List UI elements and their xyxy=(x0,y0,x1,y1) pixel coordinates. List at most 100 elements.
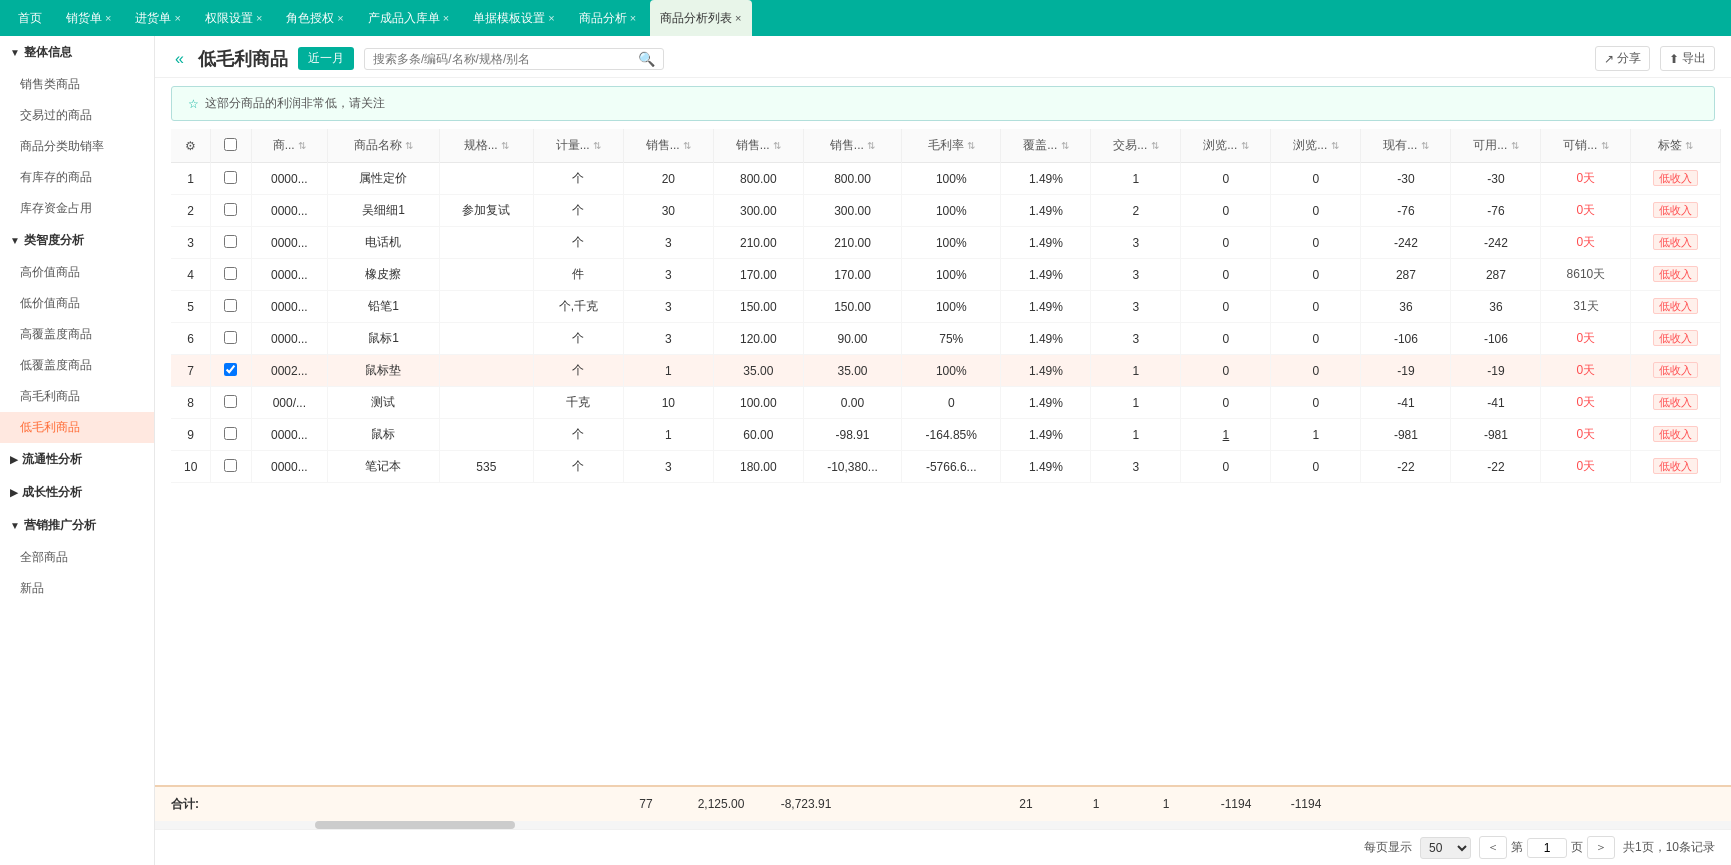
row-checkbox[interactable] xyxy=(224,235,237,248)
sidebar-group-flow[interactable]: ▶ 流通性分析 xyxy=(0,443,154,476)
th-current[interactable]: 现有... ⇅ xyxy=(1361,129,1451,163)
row-checkbox[interactable] xyxy=(224,171,237,184)
sidebar-group-growth[interactable]: ▶ 成长性分析 xyxy=(0,476,154,509)
td-browse1[interactable]: 0 xyxy=(1181,291,1271,323)
th-browse2[interactable]: 浏览... ⇅ xyxy=(1271,129,1361,163)
row-checkbox[interactable] xyxy=(224,331,237,344)
nav-sales[interactable]: 销货单 × xyxy=(56,0,121,36)
th-sales-amt[interactable]: 销售... ⇅ xyxy=(803,129,901,163)
th-checkbox[interactable] xyxy=(211,129,251,163)
nav-home[interactable]: 首页 xyxy=(8,0,52,36)
sidebar-item-category-rate[interactable]: 商品分类助销率 xyxy=(0,131,154,162)
sidebar-item-high-coverage[interactable]: 高覆盖度商品 xyxy=(0,319,154,350)
nav-close-permission[interactable]: × xyxy=(256,12,262,24)
nav-permission[interactable]: 权限设置 × xyxy=(195,0,272,36)
td-browse1[interactable]: 0 xyxy=(1181,387,1271,419)
sidebar-group-overview[interactable]: ▼ 整体信息 xyxy=(0,36,154,69)
th-available[interactable]: 可用... ⇅ xyxy=(1451,129,1541,163)
nav-close-analysis-list[interactable]: × xyxy=(735,12,741,24)
horizontal-scrollbar[interactable] xyxy=(155,821,1731,829)
td-browse1[interactable]: 0 xyxy=(1181,355,1271,387)
sidebar-item-sales-products[interactable]: 销售类商品 xyxy=(0,69,154,100)
sidebar-item-traded-products[interactable]: 交易过的商品 xyxy=(0,100,154,131)
row-checkbox[interactable] xyxy=(224,299,237,312)
nav-close-template[interactable]: × xyxy=(548,12,554,24)
td-browse1[interactable]: 1 xyxy=(1181,419,1271,451)
th-settings[interactable]: ⚙ xyxy=(171,129,211,163)
sidebar-group-smart[interactable]: ▼ 类智度分析 xyxy=(0,224,154,257)
td-browse1[interactable]: 0 xyxy=(1181,323,1271,355)
td-checkbox[interactable] xyxy=(211,387,251,419)
sidebar-item-low-margin[interactable]: 低毛利商品 xyxy=(0,412,154,443)
th-code[interactable]: 商... ⇅ xyxy=(251,129,328,163)
th-browse1[interactable]: 浏览... ⇅ xyxy=(1181,129,1271,163)
nav-close-product-in[interactable]: × xyxy=(443,12,449,24)
th-can-sell[interactable]: 可销... ⇅ xyxy=(1541,129,1631,163)
footer-current: -1194 xyxy=(1201,797,1271,811)
table-wrapper[interactable]: ⚙ 商... ⇅ 商品名称 ⇅ 规格... ⇅ 计量... ⇅ 销售... ⇅ … xyxy=(155,129,1731,785)
td-checkbox[interactable] xyxy=(211,259,251,291)
row-checkbox[interactable] xyxy=(224,203,237,216)
nav-product-in[interactable]: 产成品入库单 × xyxy=(358,0,459,36)
td-browse1[interactable]: 0 xyxy=(1181,451,1271,483)
row-checkbox[interactable] xyxy=(224,459,237,472)
date-filter-button[interactable]: 近一月 xyxy=(298,47,354,70)
nav-close-analysis[interactable]: × xyxy=(630,12,636,24)
td-checkbox[interactable] xyxy=(211,355,251,387)
nav-analysis-list[interactable]: 商品分析列表 × xyxy=(650,0,751,36)
sidebar-item-low-coverage[interactable]: 低覆盖度商品 xyxy=(0,350,154,381)
td-checkbox[interactable] xyxy=(211,419,251,451)
td-browse1[interactable]: 0 xyxy=(1181,259,1271,291)
td-browse1[interactable]: 0 xyxy=(1181,163,1271,195)
nav-purchase[interactable]: 进货单 × xyxy=(125,0,190,36)
nav-close-role[interactable]: × xyxy=(337,12,343,24)
page-number-input[interactable] xyxy=(1527,838,1567,858)
sidebar-item-high-value[interactable]: 高价值商品 xyxy=(0,257,154,288)
th-spec[interactable]: 规格... ⇅ xyxy=(439,129,533,163)
td-checkbox[interactable] xyxy=(211,323,251,355)
search-input[interactable] xyxy=(373,52,638,66)
th-unit[interactable]: 计量... ⇅ xyxy=(533,129,623,163)
nav-close-purchase[interactable]: × xyxy=(174,12,180,24)
td-checkbox[interactable] xyxy=(211,291,251,323)
row-checkbox[interactable] xyxy=(224,267,237,280)
th-qty[interactable]: 销售... ⇅ xyxy=(623,129,713,163)
td-checkbox[interactable] xyxy=(211,227,251,259)
td-checkbox[interactable] xyxy=(211,451,251,483)
sidebar-item-capital[interactable]: 库存资金占用 xyxy=(0,193,154,224)
th-name[interactable]: 商品名称 ⇅ xyxy=(328,129,440,163)
sidebar-item-all-products[interactable]: 全部商品 xyxy=(0,542,154,573)
nav-template[interactable]: 单据模板设置 × xyxy=(463,0,564,36)
th-gross-rate[interactable]: 毛利率 ⇅ xyxy=(902,129,1001,163)
search-icon[interactable]: 🔍 xyxy=(638,51,655,67)
export-button[interactable]: ⬆ 导出 xyxy=(1660,46,1715,71)
td-checkbox[interactable] xyxy=(211,195,251,227)
th-tag[interactable]: 标签 ⇅ xyxy=(1631,129,1721,163)
nav-role[interactable]: 角色授权 × xyxy=(276,0,353,36)
sidebar-item-new-products[interactable]: 新品 xyxy=(0,573,154,604)
row-checkbox[interactable] xyxy=(224,363,237,376)
table-row: 2 0000... 吴细细1 参加复试 个 30 300.00 300.00 1… xyxy=(171,195,1721,227)
sidebar-group-marketing[interactable]: ▼ 营销推广分析 xyxy=(0,509,154,542)
th-price[interactable]: 销售... ⇅ xyxy=(713,129,803,163)
sidebar-item-high-margin[interactable]: 高毛利商品 xyxy=(0,381,154,412)
td-browse1[interactable]: 0 xyxy=(1181,227,1271,259)
scrollbar-thumb[interactable] xyxy=(315,821,515,829)
next-page-btn[interactable]: ＞ xyxy=(1587,836,1615,859)
nav-close-sales[interactable]: × xyxy=(105,12,111,24)
th-tx-count[interactable]: 交易... ⇅ xyxy=(1091,129,1181,163)
collapse-sidebar-btn[interactable]: « xyxy=(171,50,188,68)
row-checkbox[interactable] xyxy=(224,395,237,408)
nav-analysis[interactable]: 商品分析 × xyxy=(569,0,646,36)
per-page-select[interactable]: 50 100 200 xyxy=(1420,837,1471,859)
td-checkbox[interactable] xyxy=(211,163,251,195)
prev-page-btn[interactable]: ＜ xyxy=(1479,836,1507,859)
td-browse1[interactable]: 0 xyxy=(1181,195,1271,227)
sidebar-item-in-stock[interactable]: 有库存的商品 xyxy=(0,162,154,193)
select-all-checkbox[interactable] xyxy=(224,138,237,151)
th-cover-rate[interactable]: 覆盖... ⇅ xyxy=(1001,129,1091,163)
row-checkbox[interactable] xyxy=(224,427,237,440)
sidebar-item-low-value[interactable]: 低价值商品 xyxy=(0,288,154,319)
share-button[interactable]: ↗ 分享 xyxy=(1595,46,1650,71)
browse-link[interactable]: 1 xyxy=(1223,428,1230,442)
